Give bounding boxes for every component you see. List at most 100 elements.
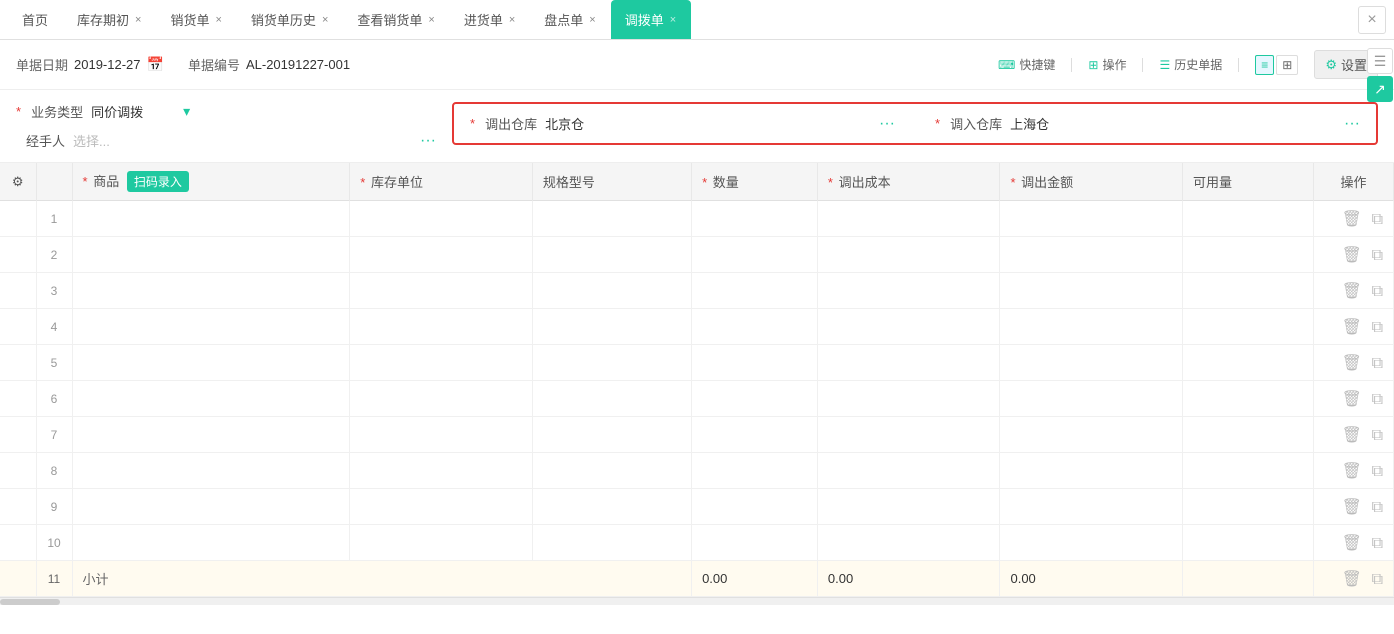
tab-close-transfer[interactable]: × <box>670 14 676 26</box>
copy-icon[interactable]: ⧉ <box>1372 319 1383 337</box>
copy-icon[interactable]: ⧉ <box>1372 247 1383 265</box>
copy-icon[interactable]: ⧉ <box>1372 571 1383 589</box>
td-spec[interactable] <box>532 309 691 345</box>
td-qty[interactable] <box>692 417 818 453</box>
delete-icon[interactable]: 🗑 <box>1342 497 1362 517</box>
delete-icon[interactable]: 🗑 <box>1342 209 1362 229</box>
td-cost[interactable] <box>817 417 1000 453</box>
td-cost[interactable] <box>817 489 1000 525</box>
target-warehouse-value[interactable]: 上海仓 <box>1010 114 1070 133</box>
td-amount[interactable] <box>1000 489 1183 525</box>
copy-icon[interactable]: ⧉ <box>1372 283 1383 301</box>
td-qty[interactable] <box>692 309 818 345</box>
tab-close-sales-order[interactable]: × <box>215 14 221 26</box>
td-spec[interactable] <box>532 381 691 417</box>
td-unit[interactable] <box>350 381 533 417</box>
tab-transfer[interactable]: 调拨单 × <box>611 0 691 39</box>
td-qty[interactable] <box>692 381 818 417</box>
td-product[interactable] <box>72 417 350 453</box>
td-unit[interactable] <box>350 453 533 489</box>
td-amount[interactable] <box>1000 201 1183 237</box>
delete-icon[interactable]: 🗑 <box>1342 533 1362 553</box>
td-qty[interactable] <box>692 237 818 273</box>
delete-icon[interactable]: 🗑 <box>1342 569 1362 589</box>
td-product[interactable] <box>72 273 350 309</box>
tab-close-stocktaking[interactable]: × <box>589 14 595 26</box>
copy-icon[interactable]: ⧉ <box>1372 427 1383 445</box>
td-unit[interactable] <box>350 345 533 381</box>
operations-button[interactable]: ⊞ 操作 <box>1088 56 1126 73</box>
delete-icon[interactable]: 🗑 <box>1342 317 1362 337</box>
td-qty[interactable] <box>692 345 818 381</box>
td-spec[interactable] <box>532 237 691 273</box>
td-cost[interactable] <box>817 273 1000 309</box>
tab-view-sales[interactable]: 查看销货单 × <box>343 0 449 39</box>
td-amount[interactable] <box>1000 525 1183 561</box>
sidebar-export-button[interactable]: ↗ <box>1367 76 1393 102</box>
td-product[interactable] <box>72 453 350 489</box>
delete-icon[interactable]: 🗑 <box>1342 425 1362 445</box>
td-unit[interactable] <box>350 525 533 561</box>
delete-icon[interactable]: 🗑 <box>1342 245 1362 265</box>
business-type-value[interactable]: 同价调拨 <box>91 102 171 121</box>
td-spec[interactable] <box>532 345 691 381</box>
history-button[interactable]: ☰ 历史单据 <box>1159 56 1222 73</box>
td-cost[interactable] <box>817 381 1000 417</box>
td-amount[interactable] <box>1000 417 1183 453</box>
td-cost[interactable] <box>817 525 1000 561</box>
td-spec[interactable] <box>532 525 691 561</box>
td-product[interactable] <box>72 489 350 525</box>
tab-sales-order[interactable]: 销货单 × <box>156 0 236 39</box>
td-amount[interactable] <box>1000 237 1183 273</box>
td-product[interactable] <box>72 345 350 381</box>
td-unit[interactable] <box>350 237 533 273</box>
tab-close-purchase-order[interactable]: × <box>509 14 515 26</box>
delete-icon[interactable]: 🗑 <box>1342 461 1362 481</box>
td-spec[interactable] <box>532 453 691 489</box>
copy-icon[interactable]: ⧉ <box>1372 391 1383 409</box>
delete-icon[interactable]: 🗑 <box>1342 389 1362 409</box>
td-unit[interactable] <box>350 309 533 345</box>
layout-btn-grid[interactable]: ⊞ <box>1276 55 1298 75</box>
tab-close-view-sales[interactable]: × <box>428 14 434 26</box>
td-unit[interactable] <box>350 489 533 525</box>
td-cost[interactable] <box>817 309 1000 345</box>
td-amount[interactable] <box>1000 453 1183 489</box>
close-all-button[interactable]: × <box>1358 6 1386 34</box>
td-amount[interactable] <box>1000 345 1183 381</box>
td-product[interactable] <box>72 309 350 345</box>
td-qty[interactable] <box>692 453 818 489</box>
scan-button[interactable]: 扫码录入 <box>127 171 189 192</box>
td-spec[interactable] <box>532 417 691 453</box>
td-cost[interactable] <box>817 345 1000 381</box>
tab-stocktaking[interactable]: 盘点单 × <box>530 0 610 39</box>
copy-icon[interactable]: ⧉ <box>1372 499 1383 517</box>
tab-close-inventory-init[interactable]: × <box>135 14 141 26</box>
td-product[interactable] <box>72 381 350 417</box>
source-warehouse-more-icon[interactable]: ··· <box>879 115 895 133</box>
td-cost[interactable] <box>817 201 1000 237</box>
td-unit[interactable] <box>350 417 533 453</box>
business-type-dropdown-icon[interactable]: ▾ <box>183 103 190 120</box>
calendar-icon[interactable]: 📅 <box>147 56 164 73</box>
td-cost[interactable] <box>817 237 1000 273</box>
td-amount[interactable] <box>1000 309 1183 345</box>
copy-icon[interactable]: ⧉ <box>1372 355 1383 373</box>
copy-icon[interactable]: ⧉ <box>1372 211 1383 229</box>
tab-purchase-order[interactable]: 进货单 × <box>450 0 530 39</box>
td-qty[interactable] <box>692 525 818 561</box>
td-qty[interactable] <box>692 273 818 309</box>
tab-inventory-init[interactable]: 库存期初 × <box>63 0 156 39</box>
td-amount[interactable] <box>1000 273 1183 309</box>
td-product[interactable] <box>72 237 350 273</box>
td-spec[interactable] <box>532 273 691 309</box>
tab-home[interactable]: 首页 <box>8 0 63 39</box>
td-qty[interactable] <box>692 489 818 525</box>
td-cost[interactable] <box>817 453 1000 489</box>
td-unit[interactable] <box>350 273 533 309</box>
sidebar-list-button[interactable]: ☰ <box>1367 48 1393 74</box>
td-product[interactable] <box>72 201 350 237</box>
target-warehouse-more-icon[interactable]: ··· <box>1344 115 1360 133</box>
source-warehouse-value[interactable]: 北京仓 <box>545 114 605 133</box>
td-unit[interactable] <box>350 201 533 237</box>
